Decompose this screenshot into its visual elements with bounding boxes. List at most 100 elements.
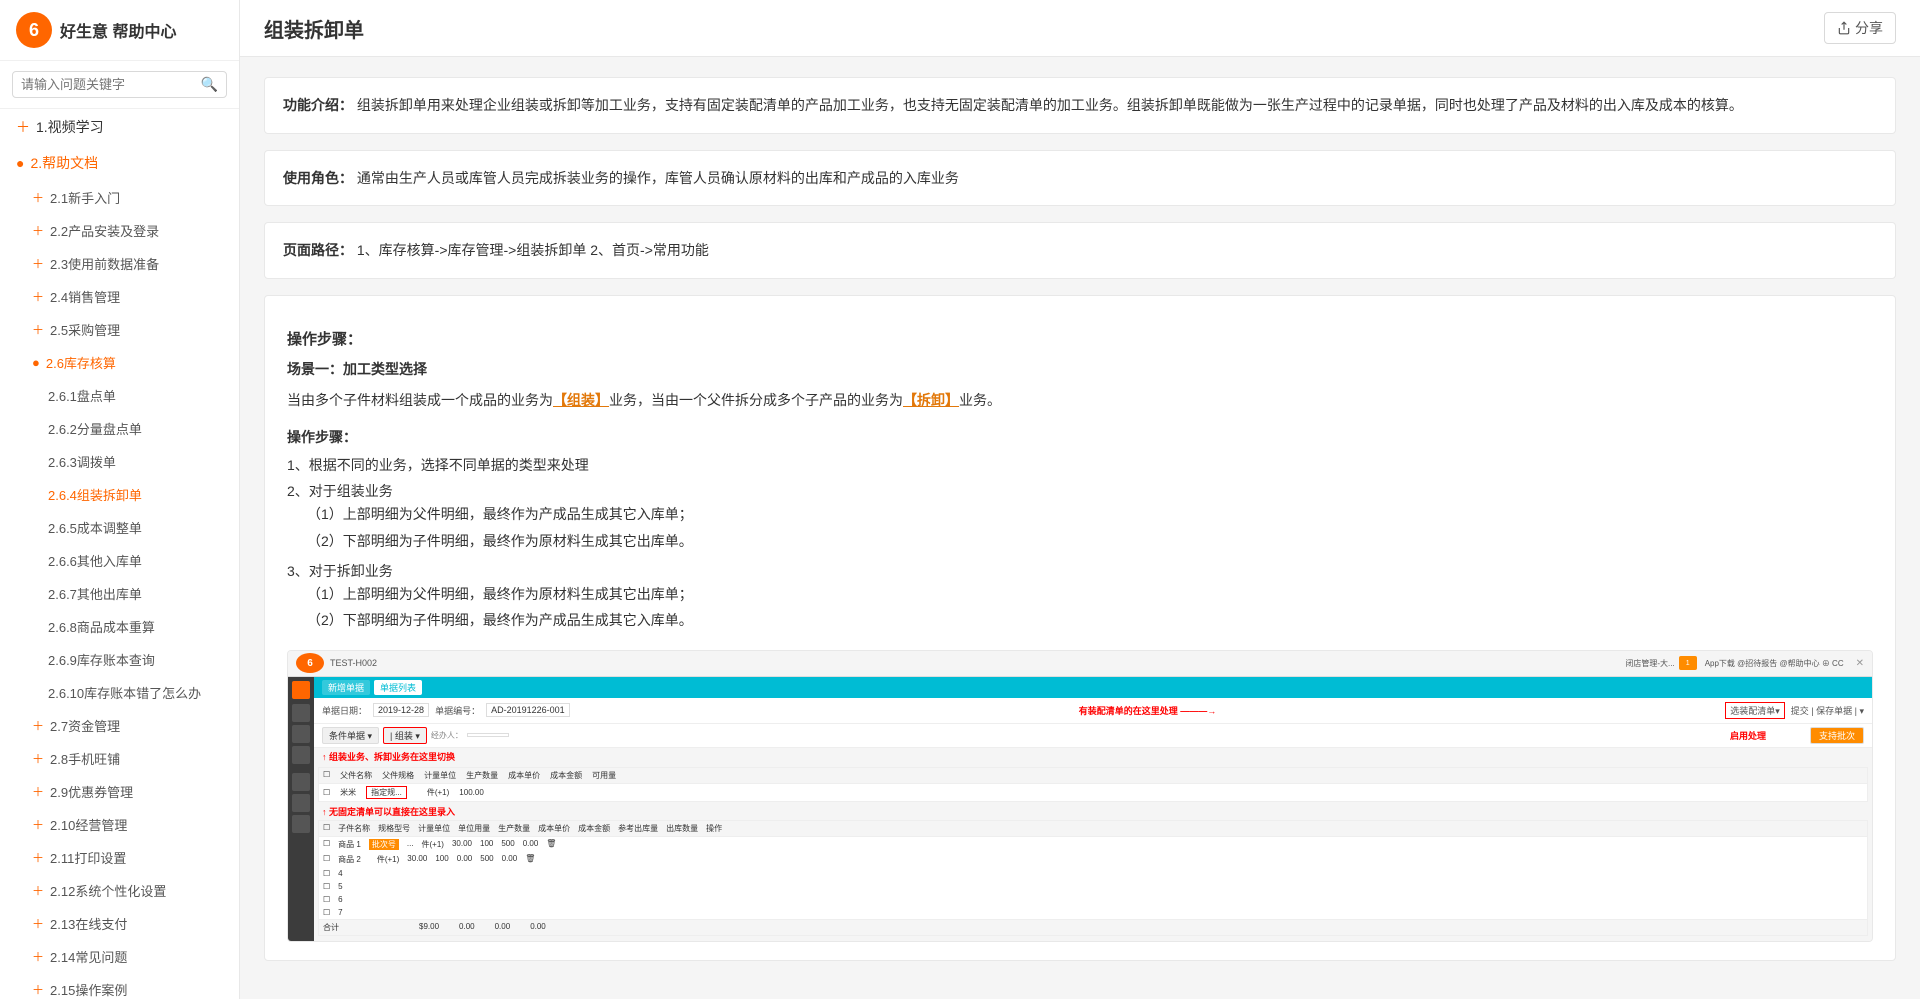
ss-sidebar xyxy=(288,677,314,941)
sidebar-item-operations[interactable]: ＋2.10经营管理 xyxy=(0,808,239,841)
ss-lower-row2: ☐ 商品 2 件(+1) 30.00 100 0.00 500 0.00 🗑 xyxy=(319,852,1867,867)
sidebar-item-personalize[interactable]: ＋2.12系统个性化设置 xyxy=(0,874,239,907)
plus-icon: ＋ xyxy=(32,750,44,767)
func-intro-label: 功能介绍： xyxy=(283,97,353,113)
sidebar-item-cases[interactable]: ＋2.15操作案例 xyxy=(0,973,239,999)
ss-lower-table: ☐ 子件名称 规格型号 计量单位 单位用量 生产数量 成本单价 成本金额 参考出… xyxy=(318,820,1868,936)
scenario1-desc: 当由多个子件材料组装成一个成品的业务为【组装】业务，当由一个父件拆分成多个子产品… xyxy=(287,387,1873,414)
path-text: 页面路径： 1、库存核算->库存管理->组装拆卸单 2、首页->常用功能 xyxy=(283,242,709,258)
ss-col-sku: 父件规格 xyxy=(382,770,414,781)
role-block: 使用角色： 通常由生产人员或库管人员完成拆装业务的操作，库管人员确认原材料的出库… xyxy=(264,150,1896,207)
sidebar-item-transfer[interactable]: 2.6.3调拨单 xyxy=(48,445,239,478)
share-icon xyxy=(1837,21,1851,35)
ss-col-cost: 成本单价 xyxy=(508,770,540,781)
sidebar-item-newbie[interactable]: ＋2.1新手入门 xyxy=(0,181,239,214)
plus-icon: ＋ xyxy=(32,816,44,833)
ss-batch-btn: 支持批次 xyxy=(1810,727,1864,744)
minus-icon: ● xyxy=(16,155,24,171)
search-icon[interactable]: 🔍 xyxy=(201,76,218,93)
plus-icon: ＋ xyxy=(32,948,44,965)
disassembly-link[interactable]: 【拆卸】 xyxy=(903,392,959,408)
sidebar: 6 好生意 帮助中心 🔍 ＋ 1.视频学习 ● 2.帮助文档 ＋2.1新手入门 … xyxy=(0,0,240,999)
annotation-bom: 有装配清单的在这里处理 ———→ xyxy=(576,704,1720,717)
sidebar-item-install[interactable]: ＋2.2产品安装及登录 xyxy=(0,214,239,247)
step3: 3、对于拆卸业务 （1）上部明细为父件明细，最终作为原材料生成其它出库单； （2… xyxy=(287,561,1873,634)
ss-lower-footer: 合计 $9.00 0.00 0.00 0.00 xyxy=(319,919,1867,935)
sidebar-item-other-in[interactable]: 2.6.6其他入库单 xyxy=(48,544,239,577)
ss-ops-btns: 提交 | 保存单据 | ▾ xyxy=(1791,704,1864,717)
role-label: 使用角色： xyxy=(283,170,353,186)
sidebar-item-inventory[interactable]: ●2.6库存核算 xyxy=(0,346,239,379)
ss-main-area: 新增单据 单据列表 单据日期： 2019-12-28 单据编号： AD-2019… xyxy=(314,677,1872,941)
ss-upper-table: ☐ 父件名称 父件规格 计量单位 生产数量 成本单价 成本金额 可用量 ☐ xyxy=(318,767,1868,802)
sidebar-item-assembly[interactable]: 2.6.4组装拆卸单 xyxy=(48,478,239,511)
window-controls: 闭店管理-大... 1 App下载 @招待报告 @帮助中心 ⊕ CC ✕ xyxy=(1625,656,1864,670)
role-text: 使用角色： 通常由生产人员或库管人员完成拆装业务的操作，库管人员确认原材料的出库… xyxy=(283,170,959,186)
sidebar-item-coupon[interactable]: ＋2.9优惠券管理 xyxy=(0,775,239,808)
ss-annotation-area: ↑ 组装业务、拆卸业务在这里切换 xyxy=(314,748,1872,765)
plus-icon: ＋ xyxy=(32,255,44,272)
ss-col-product: 父件名称 xyxy=(340,770,372,781)
scenario1-steps-label: 操作步骤： xyxy=(287,427,1873,447)
ss-row1-name: 米米 xyxy=(340,787,356,798)
sidebar-item-help-docs[interactable]: ● 2.帮助文档 xyxy=(0,145,239,181)
search-input-wrap[interactable]: 🔍 xyxy=(12,71,227,98)
func-intro-block: 功能介绍： 组装拆卸单用来处理企业组装或拆卸等加工业务，支持有固定装配清单的产品… xyxy=(264,77,1896,134)
app-name: 好生意 帮助中心 xyxy=(60,18,176,42)
sidebar-item-partial-check[interactable]: 2.6.2分量盘点单 xyxy=(48,412,239,445)
func-intro-text: 功能介绍： 组装拆卸单用来处理企业组装或拆卸等加工业务，支持有固定装配清单的产品… xyxy=(283,97,1743,113)
ss-date-input: 2019-12-28 xyxy=(373,703,429,717)
sidebar-item-label: 2.帮助文档 xyxy=(30,153,98,173)
top-bar: 组装拆卸单 分享 xyxy=(240,0,1920,57)
ss-sidebar-icon2 xyxy=(292,725,310,743)
sidebar-item-online-pay[interactable]: ＋2.13在线支付 xyxy=(0,907,239,940)
sidebar-item-inventory-check[interactable]: 2.6.1盘点单 xyxy=(48,379,239,412)
ss-table-row1: ☐ 米米 指定规... 件(+1) 100.00 xyxy=(319,784,1867,801)
ss-col-qty: 计量单位 xyxy=(424,770,456,781)
sidebar-item-cost-recalc[interactable]: 2.6.8商品成本重算 xyxy=(48,610,239,643)
ss-sidebar-icon3 xyxy=(292,746,310,764)
window-chrome: 6 TEST-H002 闭店管理-大... 1 App下载 @招待报告 @帮助中… xyxy=(288,651,1872,677)
ss-lower-row1: ☐ 商品 1 批次号 ... 件(+1) 30.00 100 500 0.00 … xyxy=(319,837,1867,852)
window-close[interactable]: ✕ xyxy=(1856,658,1864,669)
sidebar-item-sales[interactable]: ＋2.4销售管理 xyxy=(0,280,239,313)
plus-icon: ＋ xyxy=(16,117,30,137)
sidebar-item-ledger-query[interactable]: 2.6.9库存账本查询 xyxy=(48,643,239,676)
ss-sidebar-icon5 xyxy=(292,794,310,812)
window-logo: 6 xyxy=(296,653,324,673)
nav-sub-help: ＋2.1新手入门 ＋2.2产品安装及登录 ＋2.3使用前数据准备 ＋2.4销售管… xyxy=(0,181,239,999)
ops-steps-label: 操作步骤： xyxy=(287,328,1873,349)
sidebar-item-print[interactable]: ＋2.11打印设置 xyxy=(0,841,239,874)
sidebar-item-mobile[interactable]: ＋2.8手机旺铺 xyxy=(0,742,239,775)
ss-date-label: 单据日期： xyxy=(322,704,367,717)
sidebar-item-other-out[interactable]: 2.6.7其他出库单 xyxy=(48,577,239,610)
ss-col-checkbox: ☐ xyxy=(323,770,330,781)
annotation-unlimited: ↑ 无固定清单可以直接在这里录入 xyxy=(314,804,1872,819)
page-title: 组装拆卸单 xyxy=(264,14,364,43)
plus-icon: ＋ xyxy=(32,882,44,899)
sidebar-item-cost-adjust[interactable]: 2.6.5成本调整单 xyxy=(48,511,239,544)
plus-icon: ＋ xyxy=(32,849,44,866)
share-button[interactable]: 分享 xyxy=(1824,12,1896,44)
window-title: TEST-H002 xyxy=(330,658,1625,668)
ss-lower-row5: ☐ 6 xyxy=(319,893,1867,906)
sidebar-item-ledger-error[interactable]: 2.6.10库存账本错了怎么办 xyxy=(48,676,239,709)
ss-col-avail: 可用量 xyxy=(592,770,616,781)
assembly-link[interactable]: 【组装】 xyxy=(553,392,609,408)
nav-sub-inventory: 2.6.1盘点单 2.6.2分量盘点单 2.6.3调拨单 2.6.4组装拆卸单 … xyxy=(0,379,239,709)
sidebar-item-purchase[interactable]: ＋2.5采购管理 xyxy=(0,313,239,346)
ss-lower-row6: ☐ 7 xyxy=(319,906,1867,919)
ss-teal-bar: 新增单据 单据列表 xyxy=(314,677,1872,698)
sidebar-item-video[interactable]: ＋ 1.视频学习 xyxy=(0,109,239,145)
ss-sidebar-icon1 xyxy=(292,704,310,722)
sidebar-item-faq[interactable]: ＋2.14常见问题 xyxy=(0,940,239,973)
main-content-area: 组装拆卸单 分享 功能介绍： 组装拆卸单用来处理企业组装或拆卸等加工业务，支持有… xyxy=(240,0,1920,999)
search-input[interactable] xyxy=(21,77,201,92)
path-block: 页面路径： 1、库存核算->库存管理->组装拆卸单 2、首页->常用功能 xyxy=(264,222,1896,279)
content-area: 功能介绍： 组装拆卸单用来处理企业组装或拆卸等加工业务，支持有固定装配清单的产品… xyxy=(240,57,1920,999)
screenshot-wrap: 6 TEST-H002 闭店管理-大... 1 App下载 @招待报告 @帮助中… xyxy=(287,650,1873,942)
sidebar-item-finance[interactable]: ＋2.7资金管理 xyxy=(0,709,239,742)
sidebar-item-data-prep[interactable]: ＋2.3使用前数据准备 xyxy=(0,247,239,280)
window-store-btn: 闭店管理-大... xyxy=(1625,658,1674,669)
window-right-nav: App下载 @招待报告 @帮助中心 ⊕ CC xyxy=(1705,658,1844,669)
